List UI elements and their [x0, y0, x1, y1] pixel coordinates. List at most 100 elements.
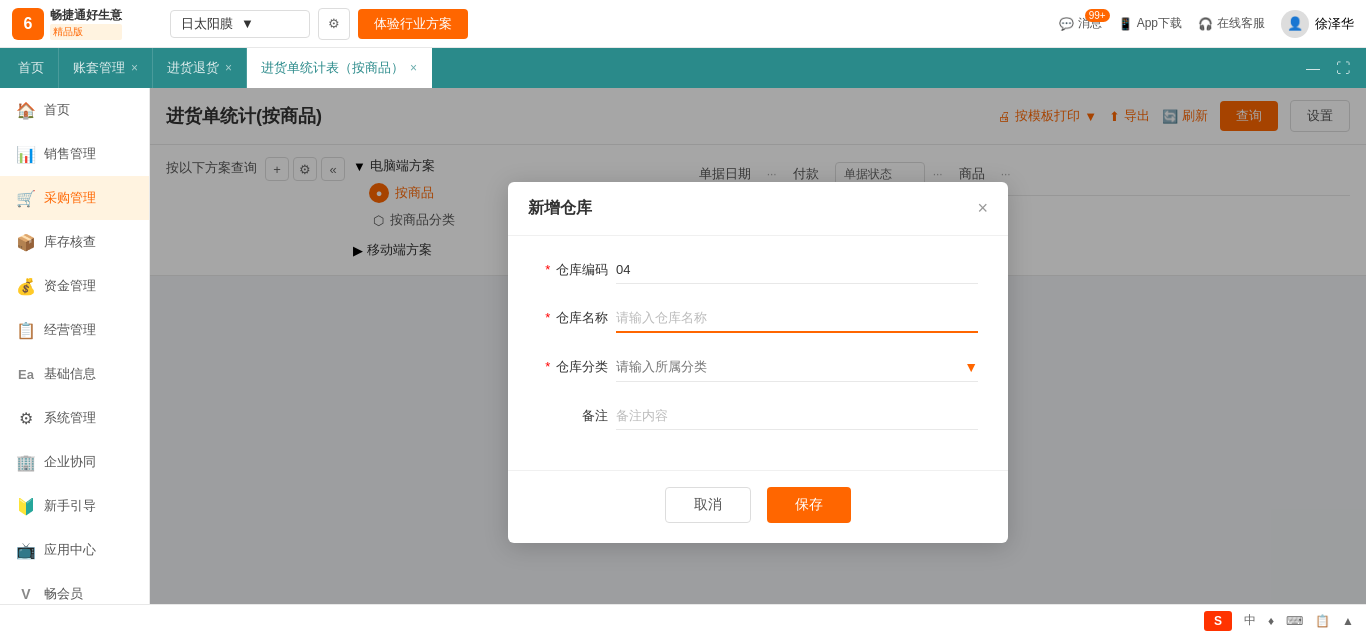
- tab-home[interactable]: 首页: [4, 48, 59, 88]
- s-logo: S: [1204, 611, 1232, 631]
- sidebar-item-inventory[interactable]: 📦 库存核查: [0, 220, 149, 264]
- warehouse-code-input[interactable]: [616, 256, 978, 284]
- finance-icon: 💰: [16, 276, 36, 296]
- home-icon: 🏠: [16, 100, 36, 120]
- modal-footer: 取消 保存: [508, 470, 1008, 543]
- logo-icon: 6: [12, 8, 44, 40]
- guide-icon: 🔰: [16, 496, 36, 516]
- form-row-category: * 仓库分类 ▼: [538, 353, 978, 382]
- system-icon: ⚙: [16, 408, 36, 428]
- tab-maximize-button[interactable]: ⛶: [1332, 58, 1354, 78]
- store-selector[interactable]: 日太阳膜 ▼: [170, 10, 310, 38]
- status-bar: S 中 ♦ ⌨ 📋 ▲: [0, 604, 1366, 636]
- message-icon: 💬: [1059, 17, 1074, 31]
- user-menu[interactable]: 👤 徐泽华: [1281, 10, 1354, 38]
- chevron-down-icon: ▼: [241, 16, 254, 31]
- avatar: 👤: [1281, 10, 1309, 38]
- basic-info-icon: Ea: [16, 364, 36, 384]
- content-area: 进货单统计(按商品) 🖨 按模板打印 ▼ ⬆ 导出 🔄 刷新 查询 设置: [150, 88, 1366, 636]
- modal-overlay[interactable]: 新增仓库 × * 仓库编码: [150, 88, 1366, 636]
- topbar: 6 畅捷通好生意 精品版 日太阳膜 ▼ ⚙ 体验行业方案 💬 消息 99+ 📱 …: [0, 0, 1366, 48]
- modal-header: 新增仓库 ×: [508, 182, 1008, 236]
- add-warehouse-modal: 新增仓库 × * 仓库编码: [508, 182, 1008, 543]
- sidebar-item-guide[interactable]: 🔰 新手引导: [0, 484, 149, 528]
- apps-icon: 📺: [16, 540, 36, 560]
- modal-close-button[interactable]: ×: [977, 199, 988, 217]
- tab-purchase-stats-label: 进货单统计表（按商品）: [261, 59, 404, 77]
- settings-button[interactable]: ⚙: [318, 8, 350, 40]
- sidebar-item-system[interactable]: ⚙ 系统管理: [0, 396, 149, 440]
- sidebar-home-label: 首页: [44, 101, 70, 119]
- tab-purchase-return[interactable]: 进货退货 ×: [153, 48, 247, 88]
- status-item-keyboard[interactable]: ⌨: [1286, 614, 1303, 628]
- sidebar-enterprise-label: 企业协同: [44, 453, 96, 471]
- online-service-label: 在线客服: [1217, 15, 1265, 32]
- sidebar-item-home[interactable]: 🏠 首页: [0, 88, 149, 132]
- store-name: 日太阳膜: [181, 15, 233, 33]
- modal-body: * 仓库编码 * 仓库名称: [508, 236, 1008, 470]
- inventory-icon: 📦: [16, 232, 36, 252]
- status-item-arrow: ▲: [1342, 614, 1354, 628]
- form-row-code: * 仓库编码: [538, 256, 978, 284]
- sidebar-item-sales[interactable]: 📊 销售管理: [0, 132, 149, 176]
- tabbar-actions: — ⛶: [1302, 48, 1362, 88]
- code-label: * 仓库编码: [538, 261, 608, 279]
- online-service-button[interactable]: 🎧 在线客服: [1198, 15, 1265, 32]
- category-dropdown-icon[interactable]: ▼: [964, 359, 978, 375]
- save-button[interactable]: 保存: [767, 487, 851, 523]
- mobile-icon: 📱: [1118, 17, 1133, 31]
- modal-title: 新增仓库: [528, 198, 592, 219]
- required-star-name: *: [545, 310, 550, 325]
- cancel-button[interactable]: 取消: [665, 487, 751, 523]
- notification-badge: 99+: [1085, 9, 1110, 22]
- user-name: 徐泽华: [1315, 15, 1354, 33]
- required-star-category: *: [545, 359, 550, 374]
- sidebar-purchase-label: 采购管理: [44, 189, 96, 207]
- tab-purchase-stats[interactable]: 进货单统计表（按商品） ×: [247, 48, 432, 88]
- category-label: * 仓库分类: [538, 358, 608, 376]
- form-row-note: 备注: [538, 402, 978, 430]
- tab-purchase-stats-close[interactable]: ×: [410, 61, 417, 75]
- app-download-button[interactable]: 📱 App下载: [1118, 15, 1182, 32]
- sidebar-item-operation[interactable]: 📋 经营管理: [0, 308, 149, 352]
- sidebar-item-enterprise[interactable]: 🏢 企业协同: [0, 440, 149, 484]
- gear-icon: ⚙: [328, 16, 340, 31]
- tabbar: 首页 账套管理 × 进货退货 × 进货单统计表（按商品） × — ⛶: [0, 48, 1366, 88]
- tab-purchase-return-label: 进货退货: [167, 59, 219, 77]
- trial-button[interactable]: 体验行业方案: [358, 9, 468, 39]
- sidebar-finance-label: 资金管理: [44, 277, 96, 295]
- operation-icon: 📋: [16, 320, 36, 340]
- sidebar-guide-label: 新手引导: [44, 497, 96, 515]
- tab-home-label: 首页: [18, 59, 44, 77]
- tab-minimize-button[interactable]: —: [1302, 58, 1324, 78]
- app-download-label: App下载: [1137, 15, 1182, 32]
- sidebar-sales-label: 销售管理: [44, 145, 96, 163]
- sidebar-apps-label: 应用中心: [44, 541, 96, 559]
- tab-account-label: 账套管理: [73, 59, 125, 77]
- status-item-dot: ♦: [1268, 614, 1274, 628]
- warehouse-category-input[interactable]: [616, 359, 964, 374]
- enterprise-icon: 🏢: [16, 452, 36, 472]
- status-item-clipboard[interactable]: 📋: [1315, 614, 1330, 628]
- warehouse-note-input[interactable]: [616, 402, 978, 430]
- note-label: 备注: [538, 407, 608, 425]
- tab-account[interactable]: 账套管理 ×: [59, 48, 153, 88]
- warehouse-name-input[interactable]: [616, 304, 978, 333]
- main-layout: 🏠 首页 📊 销售管理 🛒 采购管理 📦 库存核查 💰 资金管理 📋 经营管理 …: [0, 88, 1366, 636]
- sidebar-inventory-label: 库存核查: [44, 233, 96, 251]
- sidebar-item-purchase[interactable]: 🛒 采购管理: [0, 176, 149, 220]
- purchase-icon: 🛒: [16, 188, 36, 208]
- tab-purchase-return-close[interactable]: ×: [225, 61, 232, 75]
- brand-sub: 精品版: [50, 24, 122, 40]
- required-star-code: *: [545, 262, 550, 277]
- tab-account-close[interactable]: ×: [131, 61, 138, 75]
- category-select-row[interactable]: ▼: [616, 353, 978, 382]
- sidebar-item-apps[interactable]: 📺 应用中心: [0, 528, 149, 572]
- sidebar-item-basic-info[interactable]: Ea 基础信息: [0, 352, 149, 396]
- topbar-right: 💬 消息 99+ 📱 App下载 🎧 在线客服 👤 徐泽华: [1059, 10, 1354, 38]
- sidebar-system-label: 系统管理: [44, 409, 96, 427]
- notifications-button[interactable]: 💬 消息 99+: [1059, 15, 1102, 32]
- status-item-zh[interactable]: 中: [1244, 612, 1256, 629]
- sidebar-item-finance[interactable]: 💰 资金管理: [0, 264, 149, 308]
- sidebar-basic-info-label: 基础信息: [44, 365, 96, 383]
